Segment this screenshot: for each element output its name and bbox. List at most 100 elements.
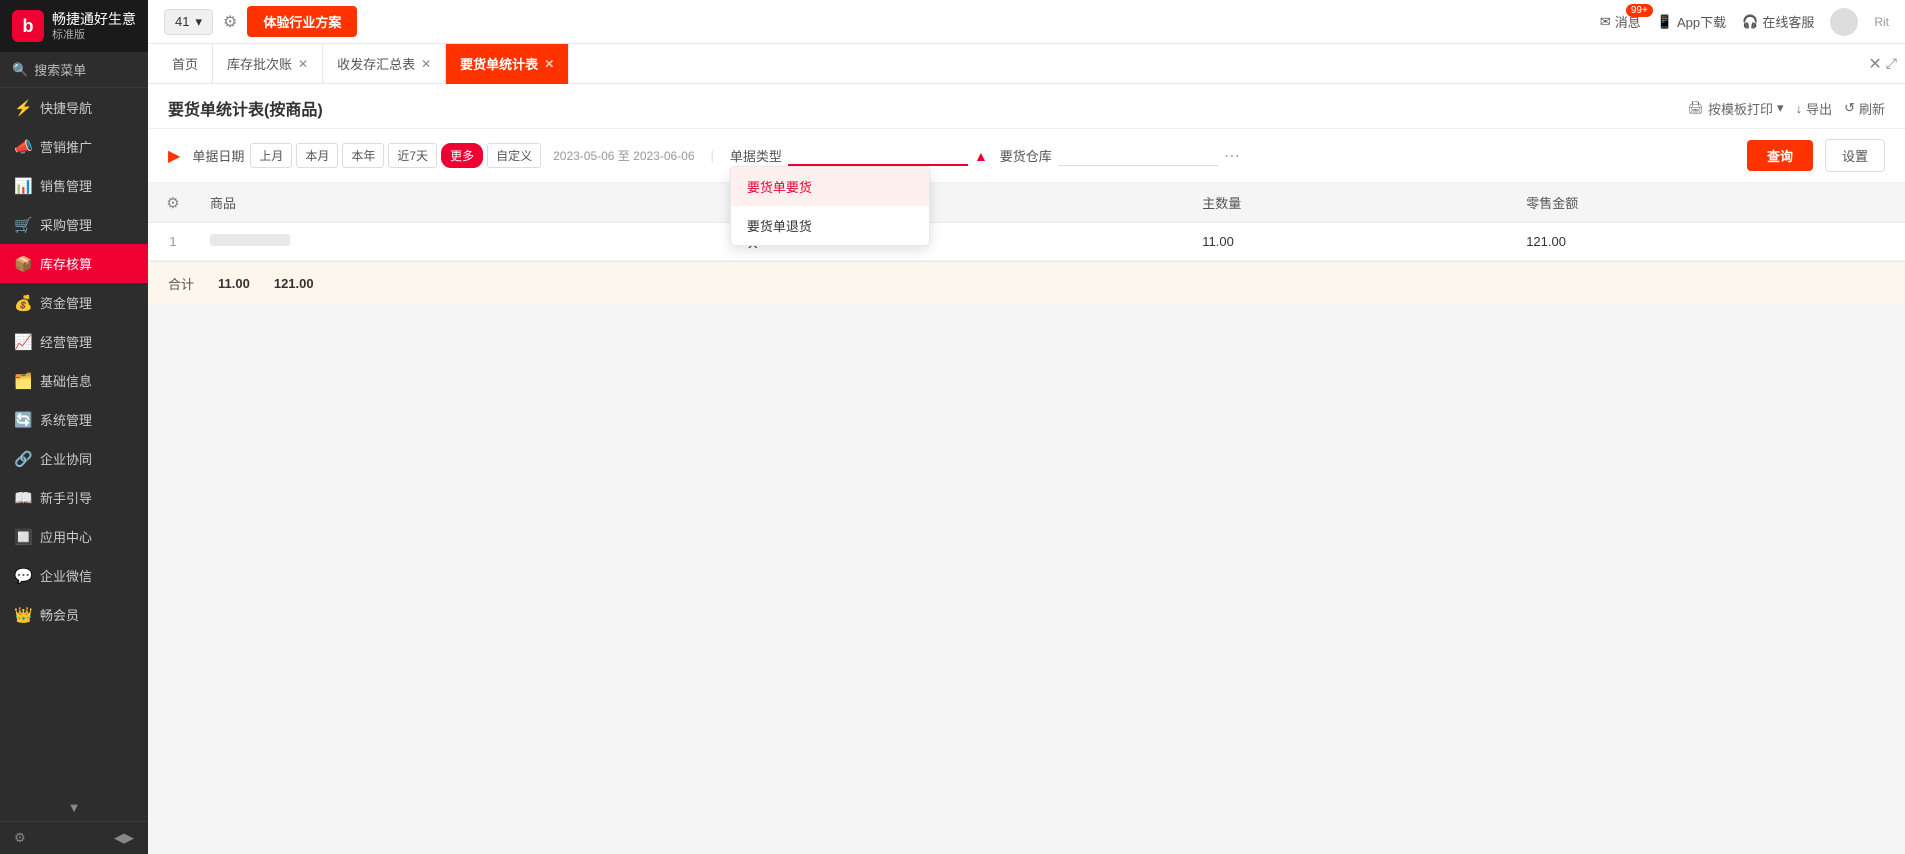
sidebar-item-purchase[interactable]: 🛒采购管理 <box>0 205 148 244</box>
sidebar-label-inventory: 库存核算 <box>40 254 92 273</box>
app-download-label: App下载 <box>1677 12 1726 31</box>
sidebar-search[interactable]: 🔍 搜索菜单 <box>0 52 148 88</box>
tab-count-display[interactable]: 41 ▾ <box>164 9 213 35</box>
tab-close-icon[interactable]: ✕ <box>298 57 308 71</box>
sidebar-item-basics[interactable]: 🗂️基础信息 <box>0 361 148 400</box>
message-area[interactable]: ✉ 消息 99+ <box>1600 12 1641 31</box>
date-btn-3[interactable]: 近7天 <box>388 143 437 168</box>
tab-label: 首页 <box>172 54 198 73</box>
date-btn-4[interactable]: 更多 <box>441 143 483 168</box>
top-bar: 41 ▾ ⚙ 体验行业方案 ✉ 消息 99+ 📱 App下载 🎧 在线客服 Ri… <box>148 0 1905 44</box>
app-subtitle: 标准版 <box>52 28 136 42</box>
sidebar-label-system: 系统管理 <box>40 410 92 429</box>
tab-close-icon[interactable]: ✕ <box>544 57 554 71</box>
sidebar-icon-marketing: 📣 <box>14 138 32 156</box>
sidebar-collapse-icon[interactable]: ◀▶ <box>114 830 134 846</box>
sidebar-item-apps[interactable]: 🔲应用中心 <box>0 517 148 556</box>
sidebar-scroll-down[interactable]: ▼ <box>0 794 148 821</box>
warehouse-more-icon[interactable]: ⋯ <box>1224 146 1240 166</box>
col-header-0: ⚙ <box>148 183 198 223</box>
table-area: ⚙商品主计量单位主数量零售金额 1块11.00121.00 <box>148 183 1905 261</box>
tab-close-icon[interactable]: ✕ <box>421 57 431 71</box>
main-area: 41 ▾ ⚙ 体验行业方案 ✉ 消息 99+ 📱 App下载 🎧 在线客服 Ri… <box>148 0 1905 854</box>
page-title-bar: 要货单统计表(按商品) 🖨 按模板打印 ▾ ↓ 导出 ↺ 刷新 <box>148 84 1905 129</box>
tab-要货单统计表[interactable]: 要货单统计表 ✕ <box>446 44 569 84</box>
table-footer: 合计 11.00 121.00 <box>148 261 1905 305</box>
sidebar-nav: ⚡快捷导航📣营销推广📊销售管理🛒采购管理 📦 库存核算 💰资金管理📈经营管理🗂️基础信… <box>0 88 148 794</box>
footer-amount: 121.00 <box>274 276 314 291</box>
sidebar-item-member[interactable]: 👑 畅会员 <box>0 595 148 634</box>
dropdown-item-要货单要货[interactable]: 要货单要货 <box>731 167 929 206</box>
footer-label: 合计 <box>168 274 194 293</box>
sidebar-icon-wechat: 💬 <box>14 567 32 585</box>
refresh-btn[interactable]: ↺ 刷新 <box>1844 99 1885 118</box>
sidebar-item-sales[interactable]: 📊销售管理 <box>0 166 148 205</box>
warehouse-filter-group: 要货仓库 ⋯ <box>1000 146 1735 166</box>
sidebar-item-wechat[interactable]: 💬 企业微信 <box>0 556 148 595</box>
sidebar-icon-purchase: 🛒 <box>14 216 32 234</box>
date-btn-0[interactable]: 上月 <box>250 143 292 168</box>
query-button[interactable]: 查询 <box>1747 140 1813 171</box>
date-btn-5[interactable]: 自定义 <box>487 143 541 168</box>
settings-button[interactable]: 设置 <box>1825 139 1885 172</box>
sidebar-icon-guide: 📖 <box>14 489 32 507</box>
sidebar-icon-sales: 📊 <box>14 177 32 195</box>
export-btn[interactable]: ↓ 导出 <box>1796 99 1833 118</box>
export-icon: ↓ <box>1796 101 1803 116</box>
sidebar-icon-member: 👑 <box>14 606 32 624</box>
sidebar-label-apps: 应用中心 <box>40 527 92 546</box>
topbar-gear-icon[interactable]: ⚙ <box>223 12 237 32</box>
sidebar-item-marketing[interactable]: 📣营销推广 <box>0 127 148 166</box>
col-header-1: 商品 <box>198 183 733 223</box>
type-input[interactable] <box>788 145 968 166</box>
table-wrapper: ⚙商品主计量单位主数量零售金额 1块11.00121.00 <box>148 183 1905 261</box>
col-header-4: 零售金额 <box>1514 183 1905 223</box>
sidebar-settings-icon[interactable]: ⚙ <box>14 830 26 846</box>
page-actions: 🖨 按模板打印 ▾ ↓ 导出 ↺ 刷新 <box>1688 99 1886 118</box>
trial-button[interactable]: 体验行业方案 <box>247 6 357 37</box>
date-btn-1[interactable]: 本月 <box>296 143 338 168</box>
online-service-area[interactable]: 🎧 在线客服 <box>1742 12 1814 31</box>
sidebar-item-enterprise[interactable]: 🔗企业协同 <box>0 439 148 478</box>
table-cell-1 <box>198 223 733 261</box>
sidebar-item-quick-nav[interactable]: ⚡快捷导航 <box>0 88 148 127</box>
filter-bar: ▶ 单据日期 上月本月本年近7天更多自定义 2023-05-06 至 2023-… <box>148 129 1905 183</box>
table-cell-0: 1 <box>148 223 198 261</box>
warehouse-input[interactable] <box>1058 146 1218 166</box>
sidebar-item-guide[interactable]: 📖新手引导 <box>0 478 148 517</box>
page-title: 要货单统计表(按商品) <box>168 96 323 120</box>
table-head: ⚙商品主计量单位主数量零售金额 <box>148 183 1905 223</box>
app-download-area[interactable]: 📱 App下载 <box>1657 12 1726 31</box>
sidebar-icon-system: 🔄 <box>14 411 32 429</box>
date-buttons: 上月本月本年近7天更多自定义 <box>250 143 541 168</box>
tab-count-dropdown-icon: ▾ <box>195 14 202 30</box>
date-btn-2[interactable]: 本年 <box>342 143 384 168</box>
tab-label: 收发存汇总表 <box>337 54 415 73</box>
sidebar-label-wechat: 企业微信 <box>40 566 92 585</box>
sidebar-item-operations[interactable]: 📈经营管理 <box>0 322 148 361</box>
tab-库存批次账[interactable]: 库存批次账✕ <box>213 44 323 84</box>
tab-首页[interactable]: 首页 <box>158 44 213 84</box>
sidebar-item-finance[interactable]: 💰资金管理 <box>0 283 148 322</box>
expand-tabs-icon[interactable]: ⤢ <box>1886 55 1897 72</box>
sidebar-label-member: 畅会员 <box>40 605 79 624</box>
type-label: 单据类型 <box>730 146 782 165</box>
avatar[interactable] <box>1830 8 1858 36</box>
sidebar-item-system[interactable]: 🔄 系统管理 <box>0 400 148 439</box>
sidebar-label-finance: 资金管理 <box>40 293 92 312</box>
dropdown-item-要货单退货[interactable]: 要货单退货 <box>731 206 929 245</box>
sidebar-label-operations: 经营管理 <box>40 332 92 351</box>
sidebar-item-inventory[interactable]: 📦 库存核算 <box>0 244 148 283</box>
filter-toggle-btn[interactable]: ▶ <box>168 146 180 166</box>
data-table: ⚙商品主计量单位主数量零售金额 1块11.00121.00 <box>148 183 1905 261</box>
close-all-tabs-icon[interactable]: ✕ <box>1868 54 1881 74</box>
column-settings-icon[interactable]: ⚙ <box>166 195 179 212</box>
logo-icon: b <box>12 10 44 42</box>
tab-收发存汇总表[interactable]: 收发存汇总表 ✕ <box>323 44 446 84</box>
sidebar-icon-inventory: 📦 <box>14 255 32 273</box>
sidebar-bottom: ⚙ ◀▶ <box>0 821 148 854</box>
type-dropdown-icon[interactable]: ▲ <box>974 148 988 164</box>
tab-label: 要货单统计表 <box>460 54 538 73</box>
print-btn[interactable]: 🖨 按模板打印 ▾ <box>1688 99 1784 118</box>
user-name: Rit <box>1874 15 1889 29</box>
